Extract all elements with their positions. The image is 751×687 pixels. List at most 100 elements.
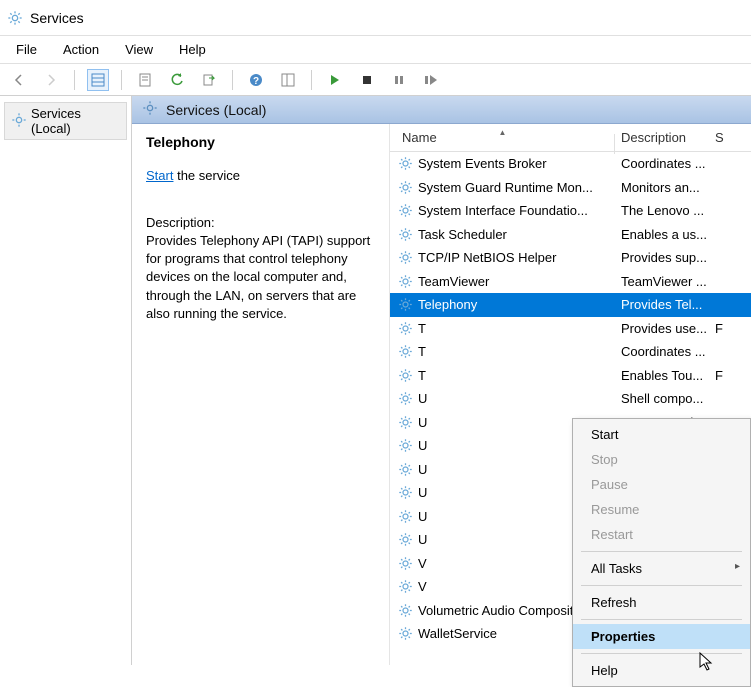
menu-separator [581,585,742,586]
export-button[interactable] [198,69,220,91]
sort-indicator-icon: ▲ [499,128,507,137]
service-row[interactable]: TProvides use...F [390,317,751,341]
service-row[interactable]: System Interface Foundatio...The Lenovo … [390,199,751,223]
selected-service-name: Telephony [146,134,375,150]
details-view-button[interactable] [87,69,109,91]
pause-service-button[interactable] [388,69,410,91]
service-description: Enables Tou... [615,368,711,383]
gear-icon [396,509,414,524]
menu-help[interactable]: Help [167,38,218,61]
service-row[interactable]: Task SchedulerEnables a us... [390,223,751,247]
column-header-status[interactable]: S [715,130,735,145]
service-row[interactable]: TEnables Tou...F [390,364,751,388]
menu-view[interactable]: View [113,38,165,61]
help-button[interactable]: ? [245,69,267,91]
context-properties[interactable]: Properties [573,624,750,649]
forward-button[interactable] [40,69,62,91]
detail-pane: Telephony Start the service Description:… [132,124,390,665]
start-service-button[interactable] [324,69,346,91]
context-stop: Stop [573,447,750,472]
service-name: U [418,391,615,406]
gear-icon [11,112,27,131]
service-name: System Interface Foundatio... [418,203,615,218]
content-header: Services (Local) [132,96,751,124]
service-row[interactable]: TelephonyProvides Tel... [390,293,751,317]
stop-service-button[interactable] [356,69,378,91]
gear-icon [396,462,414,477]
gear-icon [396,579,414,594]
gear-icon [396,344,414,359]
window-title: Services [30,10,84,26]
toolbar-separator [121,70,122,90]
context-all-tasks[interactable]: All Tasks [573,556,750,581]
gear-icon [396,556,414,571]
menu-action[interactable]: Action [51,38,111,61]
service-name: TCP/IP NetBIOS Helper [418,250,615,265]
service-row[interactable]: TCP/IP NetBIOS HelperProvides sup... [390,246,751,270]
gear-icon [396,532,414,547]
start-service-link[interactable]: Start [146,168,173,183]
context-refresh[interactable]: Refresh [573,590,750,615]
properties-button[interactable] [134,69,156,91]
gear-icon [396,368,414,383]
gear-icon [142,100,158,119]
toolbar-separator [311,70,312,90]
context-start[interactable]: Start [573,422,750,447]
column-header-name[interactable]: ▲ Name [390,130,615,145]
tree-root-label: Services (Local) [31,106,120,136]
app-icon [6,9,24,27]
gear-icon [396,626,414,641]
gear-icon [396,156,414,171]
menu-file[interactable]: File [4,38,49,61]
main-area: Services (Local) Services (Local) Teleph… [0,96,751,665]
column-header-description[interactable]: Description [615,130,715,145]
gear-icon [396,180,414,195]
service-description: Shell compo... [615,391,711,406]
service-description: TeamViewer ... [615,274,711,289]
service-description: Provides sup... [615,250,711,265]
tree-root-services-local[interactable]: Services (Local) [4,102,127,140]
service-description: Monitors an... [615,180,711,195]
service-status: F [711,321,731,336]
service-description: Provides Tel... [615,297,711,312]
service-row[interactable]: TeamViewerTeamViewer ... [390,270,751,294]
service-description: Coordinates ... [615,156,711,171]
service-name: T [418,344,615,359]
description-text: Provides Telephony API (TAPI) support fo… [146,232,375,323]
menu-separator [581,653,742,654]
service-name: TeamViewer [418,274,615,289]
gear-icon [396,203,414,218]
list-header: ▲ Name Description S [390,124,751,152]
gear-icon [396,415,414,430]
gear-icon [396,321,414,336]
back-button[interactable] [8,69,30,91]
service-row[interactable]: System Guard Runtime Mon...Monitors an..… [390,176,751,200]
gear-icon [396,250,414,265]
context-menu: Start Stop Pause Resume Restart All Task… [572,418,751,687]
description-label: Description: [146,215,375,230]
service-name: T [418,368,615,383]
svg-text:?: ? [253,76,259,87]
content-pane: Services (Local) Telephony Start the ser… [132,96,751,665]
toolbar-separator [74,70,75,90]
refresh-button[interactable] [166,69,188,91]
service-description: Enables a us... [615,227,711,242]
service-row[interactable]: UShell compo... [390,387,751,411]
context-help[interactable]: Help [573,658,750,683]
service-description: Provides use... [615,321,711,336]
list-view-button[interactable] [277,69,299,91]
toolbar-separator [232,70,233,90]
service-name: System Events Broker [418,156,615,171]
action-rest-text: the service [173,168,239,183]
service-name: Task Scheduler [418,227,615,242]
gear-icon [396,438,414,453]
restart-service-button[interactable] [420,69,442,91]
service-description: The Lenovo ... [615,203,711,218]
gear-icon [396,274,414,289]
service-row[interactable]: System Events BrokerCoordinates ... [390,152,751,176]
menu-separator [581,619,742,620]
context-pause: Pause [573,472,750,497]
service-name: Telephony [418,297,615,312]
service-row[interactable]: TCoordinates ... [390,340,751,364]
service-action-line: Start the service [146,168,375,183]
